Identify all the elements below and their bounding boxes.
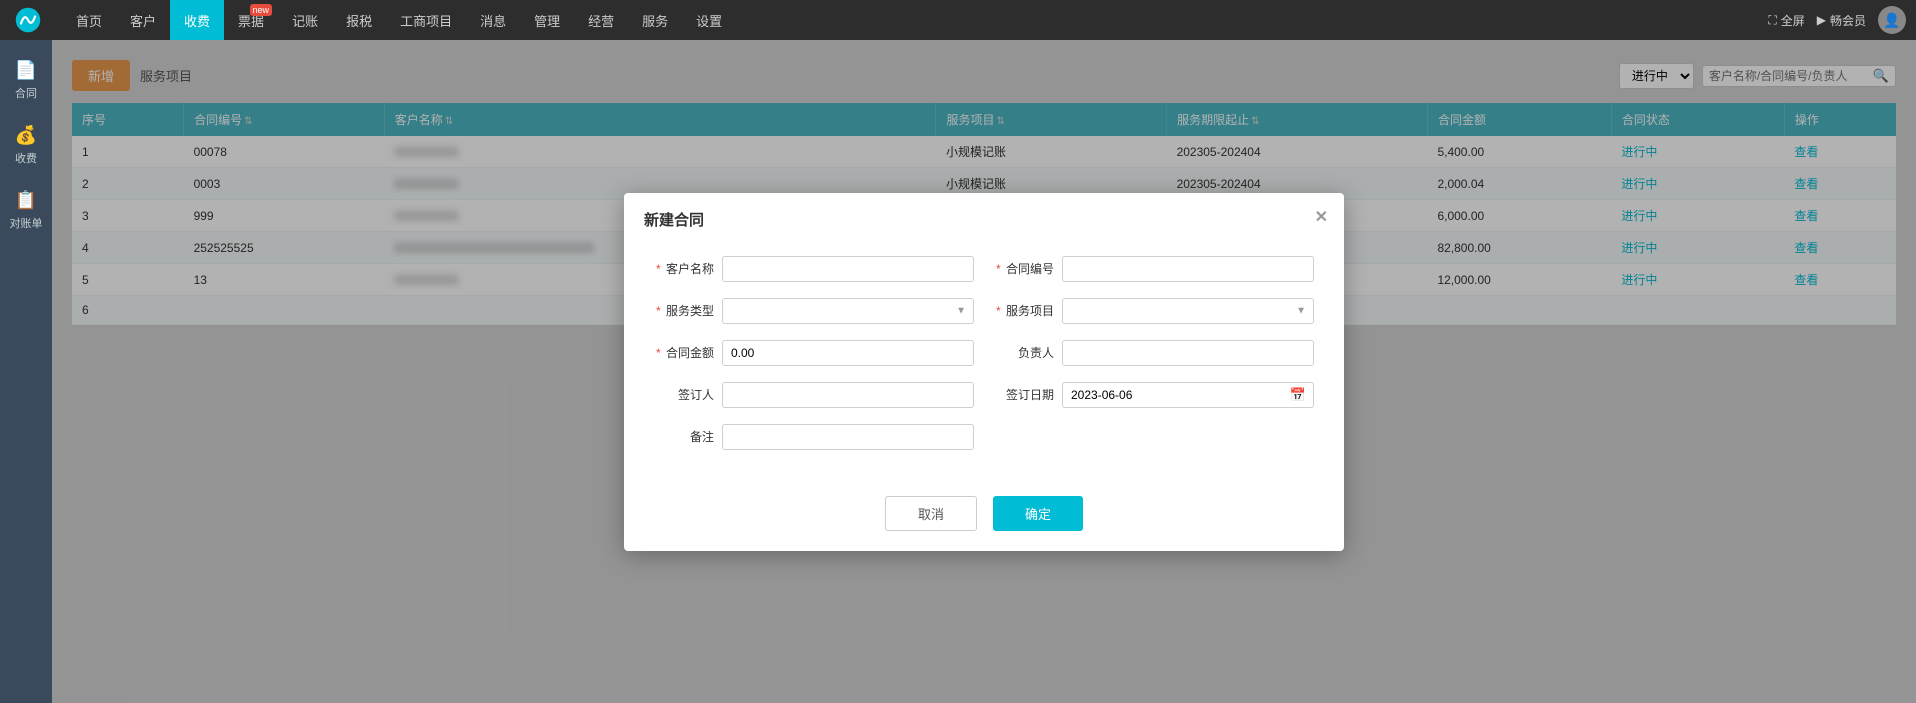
field-contract-number: * 合同编号 [994, 256, 1314, 282]
sidebar: 📄 合同 💰 收费 📋 对账单 [0, 40, 52, 703]
sidebar-item-statement[interactable]: 📋 对账单 [0, 180, 52, 241]
field-signer: 签订人 [654, 382, 974, 408]
statement-icon: 📋 [15, 190, 37, 211]
avatar[interactable]: 👤 [1878, 6, 1906, 34]
contract-number-label: * 合同编号 [994, 260, 1054, 277]
service-type-select[interactable] [722, 298, 974, 324]
vip-button[interactable]: ▶ 畅会员 [1817, 12, 1866, 29]
confirm-button[interactable]: 确定 [993, 496, 1083, 531]
required-star-4: * [996, 304, 1001, 318]
nav-right: ⛶ 全屏 ▶ 畅会员 👤 [1768, 6, 1906, 34]
new-badge: new [250, 4, 273, 16]
required-star-5: * [656, 346, 661, 360]
service-type-wrapper: ▼ [722, 298, 974, 324]
nav-fee[interactable]: 收费 [170, 0, 224, 40]
field-remark: 备注 [654, 424, 974, 450]
app-logo [10, 2, 46, 38]
responsible-input[interactable] [1062, 340, 1314, 366]
field-service-project: * 服务项目 ▼ [994, 298, 1314, 324]
signer-label: 签订人 [654, 386, 714, 403]
responsible-label: 负责人 [994, 344, 1054, 361]
sidebar-item-fee-label: 收费 [15, 150, 37, 166]
vip-icon: ▶ [1817, 13, 1826, 27]
nav-message[interactable]: 消息 [466, 0, 520, 40]
form-row-2: * 服务类型 ▼ * [654, 298, 1314, 324]
sign-date-label: 签订日期 [994, 386, 1054, 403]
service-type-label: * 服务类型 [654, 302, 714, 319]
nav-customer[interactable]: 客户 [116, 0, 170, 40]
field-sign-date: 签订日期 2023-06-06 📅 [994, 382, 1314, 408]
sign-date-input[interactable]: 2023-06-06 [1062, 382, 1314, 408]
fee-icon: 💰 [15, 125, 37, 146]
vip-label: 畅会员 [1830, 12, 1866, 29]
new-contract-modal: 新建合同 ✕ * 客户名称 [624, 193, 1344, 551]
remark-label: 备注 [654, 428, 714, 445]
sidebar-item-fee[interactable]: 💰 收费 [0, 115, 52, 176]
form-row-5: 备注 [654, 424, 1314, 450]
nav-service[interactable]: 服务 [628, 0, 682, 40]
nav-settings[interactable]: 设置 [682, 0, 736, 40]
fullscreen-label: 全屏 [1781, 12, 1805, 29]
contract-number-input[interactable] [1062, 256, 1314, 282]
modal-header: 新建合同 ✕ [624, 193, 1344, 240]
required-star-3: * [656, 304, 661, 318]
service-project-select[interactable] [1062, 298, 1314, 324]
nav-commerce[interactable]: 工商项目 [386, 0, 466, 40]
modal-overlay: 新建合同 ✕ * 客户名称 [52, 40, 1916, 703]
contract-amount-input[interactable]: 0.00 [722, 340, 974, 366]
fullscreen-button[interactable]: ⛶ 全屏 [1768, 12, 1804, 29]
customer-name-input[interactable] [722, 256, 974, 282]
signer-input[interactable] [722, 382, 974, 408]
field-responsible: 负责人 [994, 340, 1314, 366]
nav-tax[interactable]: 报税 [332, 0, 386, 40]
modal-close-button[interactable]: ✕ [1315, 207, 1328, 227]
top-navigation: 首页 客户 收费 票据 new 记账 报税 工商项目 消息 管理 经营 服务 设… [0, 0, 1916, 40]
modal-footer: 取消 确定 [624, 486, 1344, 551]
form-row-1: * 客户名称 * 合同编号 [654, 256, 1314, 282]
nav-home[interactable]: 首页 [62, 0, 116, 40]
content-area: 新增 服务项目 进行中 已结束 全部 🔍 序号 合同编号⇅ [52, 40, 1916, 703]
form-row-4: 签订人 签订日期 2023-06-06 📅 [654, 382, 1314, 408]
fullscreen-icon: ⛶ [1768, 13, 1776, 28]
field-contract-amount: * 合同金额 0.00 [654, 340, 974, 366]
form-row-3: * 合同金额 0.00 负责人 [654, 340, 1314, 366]
sidebar-item-statement-label: 对账单 [10, 215, 43, 231]
contract-amount-label: * 合同金额 [654, 344, 714, 361]
sign-date-wrapper: 2023-06-06 📅 [1062, 382, 1314, 408]
sidebar-item-contract[interactable]: 📄 合同 [0, 50, 52, 111]
customer-name-label: * 客户名称 [654, 260, 714, 277]
nav-invoice[interactable]: 票据 new [224, 0, 278, 40]
required-star-1: * [656, 262, 661, 276]
nav-operation[interactable]: 经营 [574, 0, 628, 40]
field-customer-name: * 客户名称 [654, 256, 974, 282]
field-service-type: * 服务类型 ▼ [654, 298, 974, 324]
remark-input[interactable] [722, 424, 974, 450]
modal-body: * 客户名称 * 合同编号 [624, 240, 1344, 486]
required-star-2: * [996, 262, 1001, 276]
nav-menu: 首页 客户 收费 票据 new 记账 报税 工商项目 消息 管理 经营 服务 设… [62, 0, 1768, 40]
nav-bookkeeping[interactable]: 记账 [278, 0, 332, 40]
modal-title: 新建合同 [644, 212, 704, 229]
main-layout: 📄 合同 💰 收费 📋 对账单 新增 服务项目 进行中 已结束 全部 [0, 40, 1916, 703]
service-project-label: * 服务项目 [994, 302, 1054, 319]
service-project-wrapper: ▼ [1062, 298, 1314, 324]
nav-manage[interactable]: 管理 [520, 0, 574, 40]
cancel-button[interactable]: 取消 [885, 496, 977, 531]
calendar-icon[interactable]: 📅 [1290, 387, 1306, 403]
sidebar-item-contract-label: 合同 [15, 85, 37, 101]
contract-icon: 📄 [15, 60, 37, 81]
